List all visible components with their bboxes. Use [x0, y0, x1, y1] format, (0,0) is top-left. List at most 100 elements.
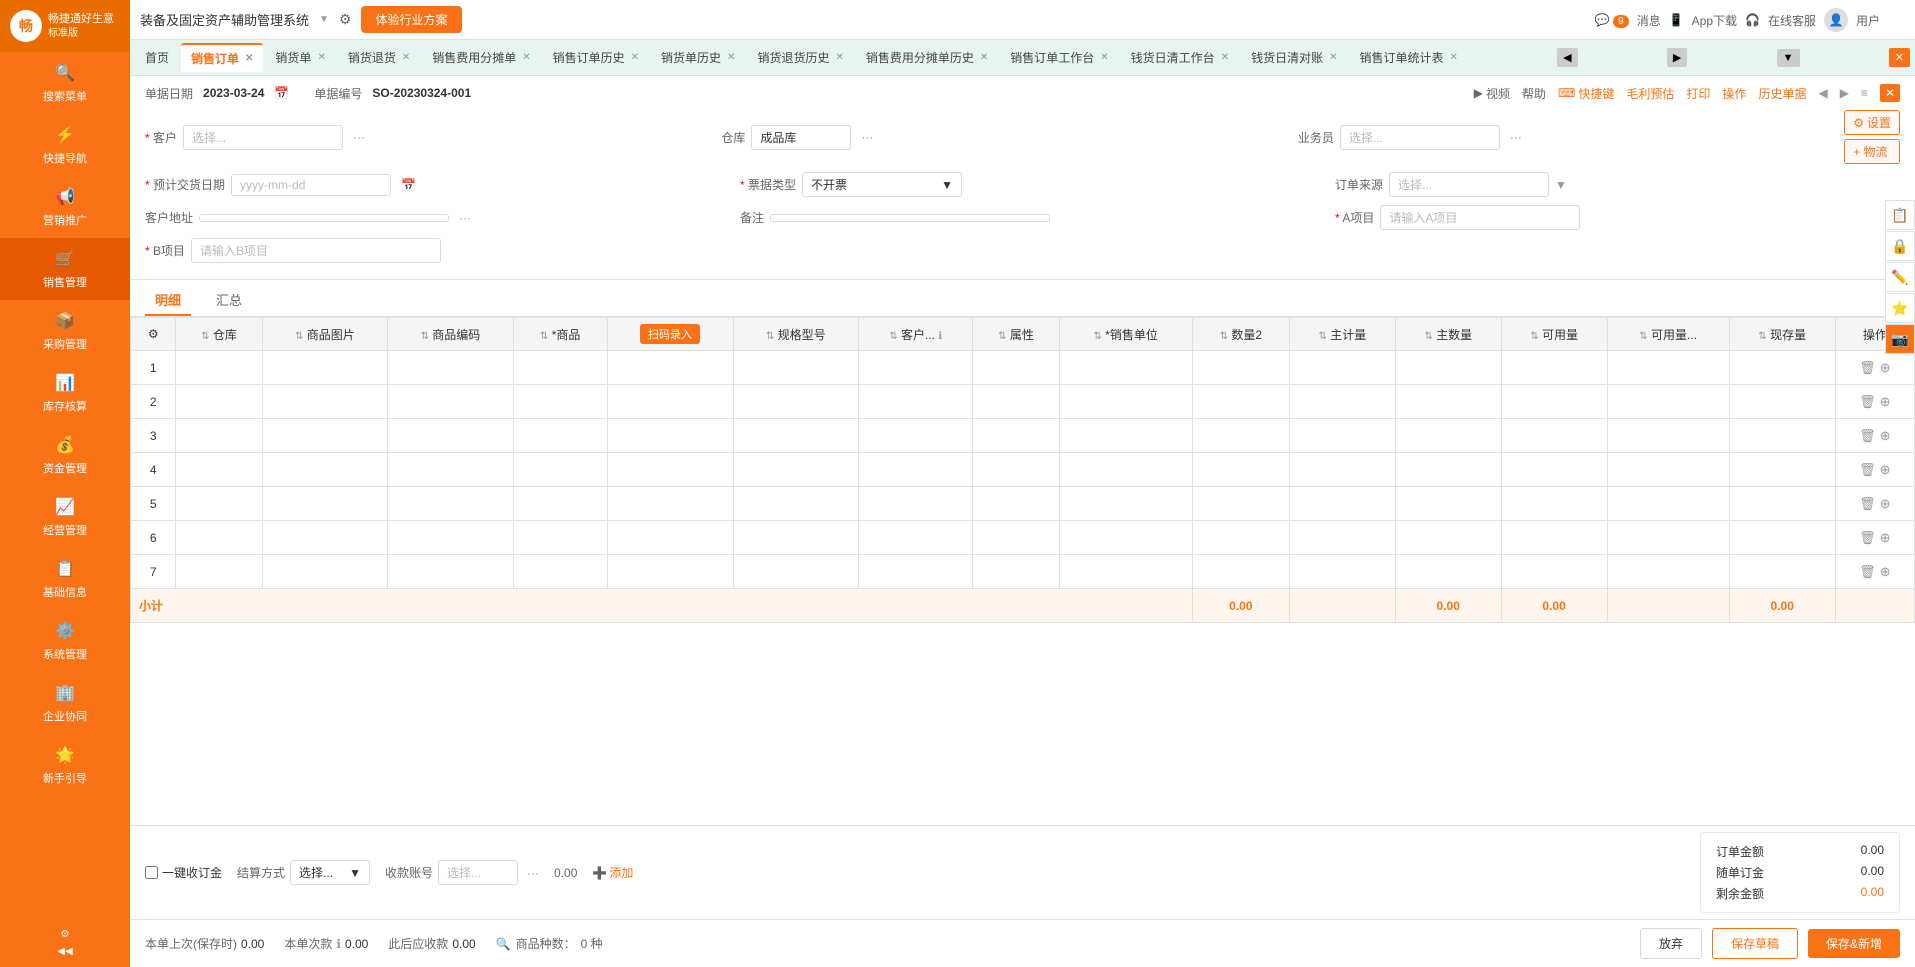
th-main-qty[interactable]: ⇅ 主数量 — [1395, 318, 1501, 351]
row-qty2[interactable] — [1192, 351, 1289, 385]
profit-btn[interactable]: 毛利预估 — [1626, 85, 1674, 102]
save-new-btn[interactable]: 保存&新增 — [1808, 929, 1900, 958]
th-code[interactable]: ⇅ 商品编码 — [388, 318, 514, 351]
shortcut-btn[interactable]: ⌨ 快捷键 — [1558, 85, 1614, 102]
row-customer-code[interactable] — [859, 385, 973, 419]
row-delete-btn[interactable]: 🗑 — [1859, 394, 1876, 410]
account-input[interactable]: 选择... — [438, 860, 518, 885]
row-qty2[interactable] — [1192, 487, 1289, 521]
tab-close-icon[interactable]: ✕ — [402, 52, 410, 63]
row-product[interactable] — [513, 351, 607, 385]
history-btn[interactable]: 历史单据 — [1758, 85, 1806, 102]
sidebar-item-search[interactable]: 🔍 搜索菜单 — [0, 52, 130, 114]
tab-sales-invoice[interactable]: 销货单 ✕ — [265, 44, 335, 71]
close-form-icon[interactable]: ✕ — [1880, 84, 1900, 102]
action-btn[interactable]: 操作 — [1722, 85, 1746, 102]
tab-daily-workbench[interactable]: 钱货日清工作台 ✕ — [1121, 44, 1239, 71]
row-copy-btn[interactable]: ⊕ — [1880, 360, 1891, 376]
row-customer-code[interactable] — [859, 555, 973, 589]
row-copy-btn[interactable]: ⊕ — [1880, 496, 1891, 512]
customer-address-input[interactable] — [199, 214, 449, 222]
row-warehouse[interactable] — [176, 385, 262, 419]
row-product[interactable] — [513, 555, 607, 589]
tab-close-icon[interactable]: ✕ — [522, 52, 530, 63]
sidebar-item-marketing[interactable]: 📢 营销推广 — [0, 176, 130, 238]
save-draft-btn[interactable]: 保存草稿 — [1712, 928, 1798, 959]
row-qty2[interactable] — [1192, 385, 1289, 419]
tab-sales-order-workbench[interactable]: 销售订单工作台 ✕ — [1000, 44, 1118, 71]
sidebar-item-system[interactable]: ⚙️ 系统管理 — [0, 610, 130, 672]
table-tab-summary[interactable]: 汇总 — [206, 285, 252, 316]
row-unit[interactable] — [1059, 453, 1192, 487]
row-main-qty[interactable] — [1395, 521, 1501, 555]
row-customer-code[interactable] — [859, 351, 973, 385]
industry-btn[interactable]: 体验行业方案 — [361, 6, 461, 33]
row-spec[interactable] — [733, 487, 859, 521]
sidebar-item-enterprise[interactable]: 🏢 企业协同 — [0, 672, 130, 734]
row-spec[interactable] — [733, 419, 859, 453]
row-code[interactable] — [388, 351, 514, 385]
quick-checkout-input[interactable] — [145, 866, 158, 879]
row-attribute[interactable] — [973, 453, 1059, 487]
salesman-input[interactable]: 选择... — [1340, 125, 1500, 150]
th-main-unit[interactable]: ⇅ 主计量 — [1289, 318, 1395, 351]
help-btn[interactable]: 帮助 — [1522, 85, 1546, 102]
row-code[interactable] — [388, 453, 514, 487]
warehouse-dots[interactable]: ··· — [861, 130, 873, 144]
row-delete-btn[interactable]: 🗑 — [1859, 360, 1876, 376]
row-attribute[interactable] — [973, 419, 1059, 453]
th-current[interactable]: ⇅ 现存量 — [1729, 318, 1835, 351]
a-project-input[interactable]: 请输入A项目 — [1380, 205, 1580, 230]
next-page-icon[interactable]: ▶ — [1840, 86, 1849, 100]
row-qty2[interactable] — [1192, 453, 1289, 487]
tab-nav-prev[interactable]: ◀ — [1557, 48, 1577, 67]
row-copy-btn[interactable]: ⊕ — [1880, 428, 1891, 444]
row-delete-btn[interactable]: 🗑 — [1859, 564, 1876, 580]
row-main-qty[interactable] — [1395, 555, 1501, 589]
th-available[interactable]: ⇅ 可用量 — [1501, 318, 1607, 351]
sidebar-item-operations[interactable]: 📈 经营管理 — [0, 486, 130, 548]
tab-close-icon[interactable]: ✕ — [631, 52, 639, 63]
row-code[interactable] — [388, 385, 514, 419]
tab-sales-order[interactable]: 销售订单 ✕ — [181, 43, 263, 72]
account-dots[interactable]: ··· — [527, 866, 539, 880]
row-customer-code[interactable] — [859, 521, 973, 555]
row-code[interactable] — [388, 419, 514, 453]
th-scan[interactable]: 扫码录入 — [607, 318, 733, 351]
th-warehouse[interactable]: ⇅ 仓库 — [176, 318, 262, 351]
sidebar-item-inventory[interactable]: 📊 库存核算 — [0, 362, 130, 424]
row-code[interactable] — [388, 521, 514, 555]
th-attribute[interactable]: ⇅ 属性 — [973, 318, 1059, 351]
tab-nav-close[interactable]: ✕ — [1889, 48, 1910, 67]
tab-home[interactable]: 首页 — [135, 44, 179, 71]
row-copy-btn[interactable]: ⊕ — [1880, 394, 1891, 410]
grid-view-icon[interactable]: ≡ — [1861, 86, 1868, 100]
print-btn[interactable]: 打印 — [1686, 85, 1710, 102]
add-btn[interactable]: ➕ 添加 — [592, 864, 633, 881]
discard-btn[interactable]: 放弃 — [1640, 928, 1702, 959]
row-main-qty[interactable] — [1395, 419, 1501, 453]
row-product[interactable] — [513, 453, 607, 487]
tab-close-icon[interactable]: ✕ — [727, 52, 735, 63]
settings-button[interactable]: ⚙ 放弃 设置 — [1844, 110, 1900, 135]
row-warehouse[interactable] — [176, 555, 262, 589]
app-download-label[interactable]: App下载 — [1692, 12, 1737, 29]
row-spec[interactable] — [733, 453, 859, 487]
online-service-label[interactable]: 在线客服 — [1768, 12, 1816, 29]
th-settings[interactable]: ⚙ — [131, 318, 176, 351]
row-product[interactable] — [513, 419, 607, 453]
calendar-icon[interactable]: 📅 — [274, 86, 289, 100]
tab-close-icon[interactable]: ✕ — [835, 52, 843, 63]
right-panel-edit-icon[interactable]: ✏️ — [1885, 262, 1915, 292]
tab-close-icon[interactable]: ✕ — [1221, 52, 1229, 63]
tab-close-icon[interactable]: ✕ — [1329, 52, 1337, 63]
row-main-qty[interactable] — [1395, 351, 1501, 385]
row-warehouse[interactable] — [176, 487, 262, 521]
right-panel-clipboard-icon[interactable]: 📋 — [1885, 200, 1915, 230]
row-delete-btn[interactable]: 🗑 — [1859, 428, 1876, 444]
row-unit[interactable] — [1059, 487, 1192, 521]
row-spec[interactable] — [733, 555, 859, 589]
sidebar-collapse-btn[interactable]: ◀◀ — [57, 946, 72, 957]
tab-sales-order-history[interactable]: 销售订单历史 ✕ — [543, 44, 649, 71]
tab-sales-invoice-history[interactable]: 销货单历史 ✕ — [651, 44, 745, 71]
